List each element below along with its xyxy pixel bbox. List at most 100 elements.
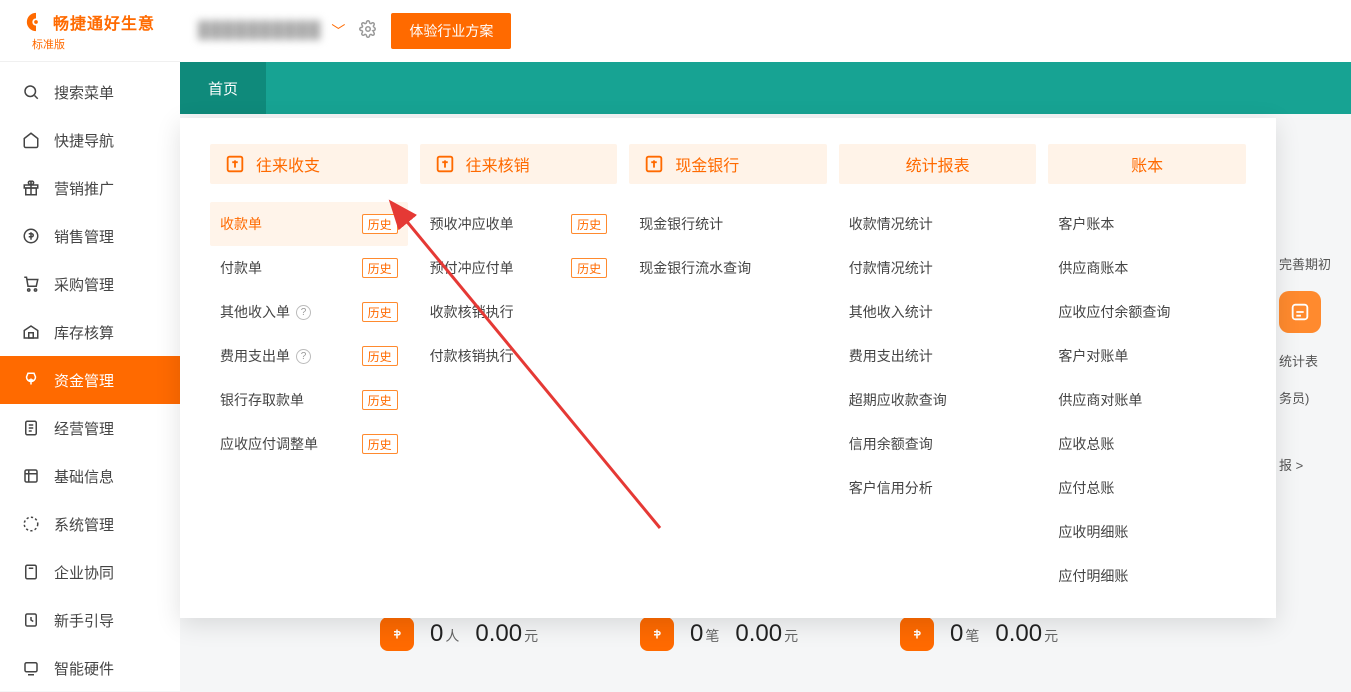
mega-column-cash_bank: 现金银行现金银行统计现金银行流水查询 [629, 144, 827, 592]
mega-item[interactable]: 应付总账 [1048, 466, 1246, 510]
stats-shortcut-icon[interactable] [1279, 291, 1321, 333]
mega-item[interactable]: 供应商账本 [1048, 246, 1246, 290]
mega-item-label: 超期应收款查询 [849, 390, 947, 410]
stat-amount: 0.00元 [475, 620, 538, 648]
sidebar-item-hw[interactable]: 智能硬件 [0, 644, 180, 692]
stat-amount: 0.00元 [995, 620, 1058, 648]
sidebar-item-label: 资金管理 [54, 370, 114, 391]
history-badge[interactable]: 历史 [571, 214, 607, 234]
sidebar-item-ent[interactable]: 企业协同 [0, 548, 180, 596]
brand-title: 畅捷通好生意 [53, 10, 155, 34]
mega-item[interactable]: 预收冲应收单 历史 [420, 202, 618, 246]
snippet-text: 完善期初 [1279, 254, 1331, 273]
fund-icon [22, 371, 40, 389]
new-icon [22, 611, 40, 629]
mega-item[interactable]: 超期应收款查询 [839, 378, 1037, 422]
sidebar-item-stock[interactable]: 库存核算 [0, 308, 180, 356]
sidebar-item-ops[interactable]: 经营管理 [0, 404, 180, 452]
mega-item[interactable]: 信用余额查询 [839, 422, 1037, 466]
sidebar-item-label: 销售管理 [54, 226, 114, 247]
stat-card: 0人 0.00元 [380, 617, 580, 651]
gear-icon[interactable] [359, 20, 377, 43]
org-selector[interactable]: ██████████ ﹀ [198, 21, 345, 41]
try-plan-button[interactable]: 体验行业方案 [391, 13, 511, 49]
mega-item[interactable]: 其他收入统计 [839, 290, 1037, 334]
history-badge[interactable]: 历史 [362, 346, 398, 366]
help-icon[interactable]: ? [296, 305, 311, 320]
sidebar-item-search[interactable]: 搜索菜单 [0, 68, 180, 116]
history-badge[interactable]: 历史 [571, 258, 607, 278]
mega-item[interactable]: 付款情况统计 [839, 246, 1037, 290]
history-badge[interactable]: 历史 [362, 390, 398, 410]
mega-column-stats: 统计报表收款情况统计付款情况统计其他收入统计费用支出统计超期应收款查询信用余额查… [839, 144, 1037, 592]
sidebar-item-sys[interactable]: 系统管理 [0, 500, 180, 548]
mega-item-label: 供应商账本 [1058, 258, 1128, 278]
sidebar-item-base[interactable]: 基础信息 [0, 452, 180, 500]
mega-item[interactable]: 付款核销执行 [420, 334, 618, 378]
history-badge[interactable]: 历史 [362, 434, 398, 454]
mega-item[interactable]: 客户账本 [1048, 202, 1246, 246]
mega-item[interactable]: 现金银行统计 [629, 202, 827, 246]
mega-item[interactable]: 费用支出统计 [839, 334, 1037, 378]
mega-item[interactable]: 应收总账 [1048, 422, 1246, 466]
mega-item[interactable]: 收款情况统计 [839, 202, 1037, 246]
mega-item-label: 应收明细账 [1058, 522, 1128, 542]
sidebar: 畅捷通好生意 标准版 搜索菜单快捷导航营销推广销售管理采购管理库存核算资金管理经… [0, 0, 180, 691]
sidebar-item-home[interactable]: 快捷导航 [0, 116, 180, 164]
mega-item-label: 收款情况统计 [849, 214, 933, 234]
base-icon [22, 467, 40, 485]
home-icon [22, 131, 40, 149]
sidebar-item-sell[interactable]: 销售管理 [0, 212, 180, 260]
mega-item[interactable]: 现金银行流水查询 [629, 246, 827, 290]
stat-count: 0笔 [690, 620, 719, 648]
stock-icon [22, 323, 40, 341]
help-icon[interactable]: ? [296, 349, 311, 364]
stat-card: 0笔 0.00元 [900, 617, 1100, 651]
ent-icon [22, 563, 40, 581]
mega-item[interactable]: 收款核销执行 [420, 290, 618, 334]
mega-item-label: 供应商对账单 [1058, 390, 1142, 410]
sidebar-item-new[interactable]: 新手引导 [0, 596, 180, 644]
stat-card: 0笔0.00元 [640, 617, 840, 651]
ledger-icon [224, 153, 246, 175]
mega-item-label: 信用余额查询 [849, 434, 933, 454]
mega-item[interactable]: 供应商对账单 [1048, 378, 1246, 422]
sidebar-item-cart[interactable]: 采购管理 [0, 260, 180, 308]
history-badge[interactable]: 历史 [362, 258, 398, 278]
sidebar-item-label: 企业协同 [54, 562, 114, 583]
mega-item[interactable]: 预付冲应付单历史 [420, 246, 618, 290]
stat-icon [640, 617, 674, 651]
tab-home[interactable]: 首页 [180, 62, 266, 114]
mega-item-label: 客户对账单 [1058, 346, 1128, 366]
mega-item-label: 其他收入单? [220, 302, 311, 322]
mega-item[interactable]: 应收明细账 [1048, 510, 1246, 554]
hw-icon [22, 659, 40, 677]
mega-column-title: 统计报表 [906, 152, 970, 176]
brand-logo-icon [25, 11, 47, 33]
side-nav: 搜索菜单快捷导航营销推广销售管理采购管理库存核算资金管理经营管理基础信息系统管理… [0, 62, 180, 692]
right-side-snippets: 完善期初 统计表 务员) 报 > [1279, 254, 1351, 474]
history-badge[interactable]: 历史 [362, 214, 398, 234]
mega-item-label: 预收冲应收单 [430, 214, 514, 234]
mega-item[interactable]: 费用支出单?历史 [210, 334, 408, 378]
mega-item[interactable]: 应收应付余额查询 [1048, 290, 1246, 334]
stat-count: 0笔 [950, 620, 979, 648]
mega-item-label: 付款单 [220, 258, 262, 278]
mega-item[interactable]: 客户信用分析 [839, 466, 1037, 510]
stat-count: 0人 [430, 620, 459, 648]
mega-item[interactable]: 付款单 历史 [210, 246, 408, 290]
mega-column-title: 现金银行 [675, 152, 739, 176]
sidebar-item-gift[interactable]: 营销推广 [0, 164, 180, 212]
mega-item-label: 应收应付余额查询 [1058, 302, 1170, 322]
mega-item[interactable]: 应付明细账 [1048, 554, 1246, 598]
mega-column-rec_pay: 往来收支收款单历史付款单历史其他收入单?历史费用支出单?历史银行存取款单历史应收… [210, 144, 408, 592]
mega-item[interactable]: 客户对账单 [1048, 334, 1246, 378]
history-badge[interactable]: 历史 [362, 302, 398, 322]
snippet-text: 务员) [1279, 388, 1309, 407]
mega-item[interactable]: 应收应付调整单历史 [210, 422, 408, 466]
mega-item[interactable]: 其他收入单? 历史 [210, 290, 408, 334]
mega-item[interactable]: 银行存取款单历史 [210, 378, 408, 422]
mega-item[interactable]: 收款单 历史 [210, 202, 408, 246]
mega-item-label: 收款单 [220, 214, 262, 234]
sidebar-item-fund[interactable]: 资金管理 [0, 356, 180, 404]
